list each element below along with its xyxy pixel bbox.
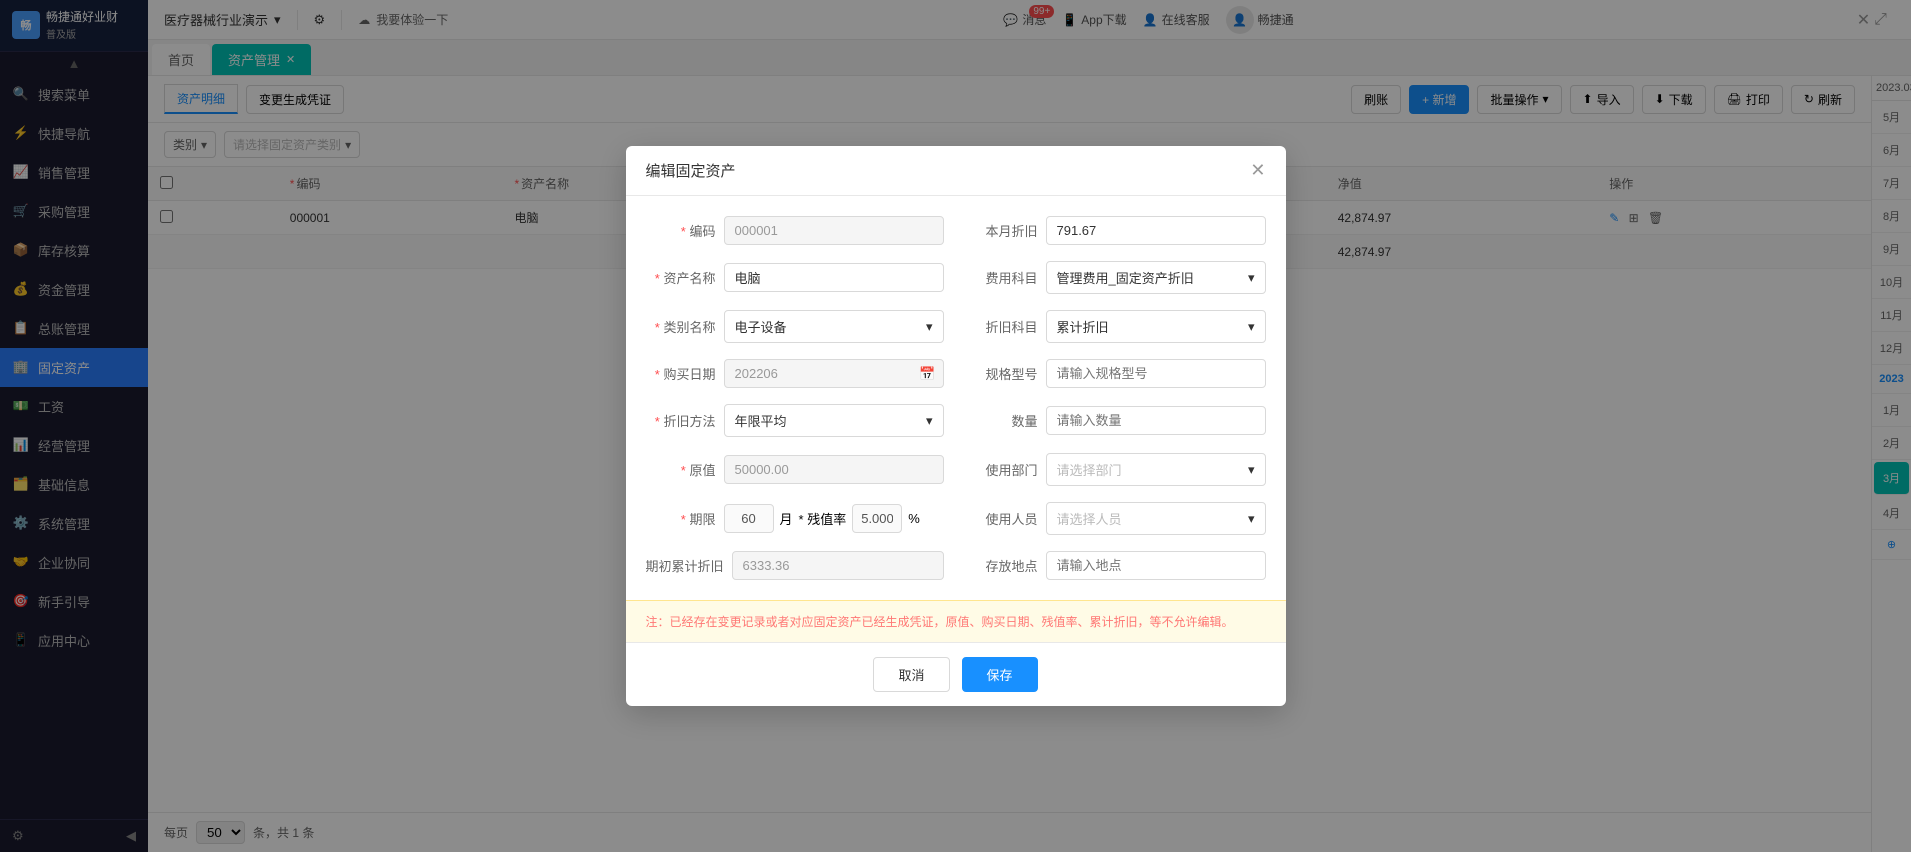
purchase-date-input[interactable]: [724, 359, 944, 388]
location-input[interactable]: [1046, 551, 1266, 580]
field-period-residual: * 期限 月 * 残值率 %: [646, 502, 944, 535]
spec-model-label: 规格型号: [968, 364, 1038, 383]
dep-method-dropdown-icon: ▾: [926, 413, 933, 429]
asset-name-input[interactable]: [724, 263, 944, 292]
modal-overlay: 编辑固定资产 ✕ * 编码 本月折旧 * 资产名称: [0, 0, 1911, 852]
modal-note: 注：已经存在变更记录或者对应固定资产已经生成凭证，原值、购买日期、残值率、累计折…: [626, 600, 1286, 642]
period-unit: 月: [780, 509, 793, 528]
initial-dep-label: 期初累计折旧: [646, 556, 724, 575]
field-asset-name: * 资产名称: [646, 261, 944, 294]
category-label: * 类别名称: [646, 317, 716, 336]
quantity-input[interactable]: [1046, 406, 1266, 435]
field-code: * 编码: [646, 216, 944, 245]
code-label: * 编码: [646, 221, 716, 240]
dep-method-label: * 折旧方法: [646, 411, 716, 430]
calendar-icon[interactable]: 📅: [919, 366, 935, 382]
field-dep-subject: 折旧科目 累计折旧 ▾: [968, 310, 1266, 343]
field-expense-subject: 费用科目 管理费用_固定资产折旧 ▾: [968, 261, 1266, 294]
monthly-dep-label: 本月折旧: [968, 221, 1038, 240]
modal-close-btn[interactable]: ✕: [1250, 160, 1265, 181]
person-dropdown-icon: ▾: [1248, 511, 1255, 527]
category-select[interactable]: 电子设备 ▾: [724, 310, 944, 343]
field-person: 使用人员 请选择人员 ▾: [968, 502, 1266, 535]
field-monthly-dep: 本月折旧: [968, 216, 1266, 245]
purchase-date-label: * 购买日期: [646, 364, 716, 383]
field-dep-method: * 折旧方法 年限平均 ▾: [646, 404, 944, 437]
original-value-input[interactable]: [724, 455, 944, 484]
field-initial-dep: 期初累计折旧: [646, 551, 944, 580]
quantity-label: 数量: [968, 411, 1038, 430]
field-category: * 类别名称 电子设备 ▾: [646, 310, 944, 343]
residual-rate-input[interactable]: [852, 504, 902, 533]
field-original-value: * 原值: [646, 453, 944, 486]
person-select[interactable]: 请选择人员 ▾: [1046, 502, 1266, 535]
period-input[interactable]: [724, 504, 774, 533]
person-label: 使用人员: [968, 509, 1038, 528]
modal-body: * 编码 本月折旧 * 资产名称 费用科目: [626, 196, 1286, 600]
expense-dropdown-icon: ▾: [1248, 270, 1255, 286]
field-spec-model: 规格型号: [968, 359, 1266, 388]
location-label: 存放地点: [968, 556, 1038, 575]
dep-subject-label: 折旧科目: [968, 317, 1038, 336]
save-button[interactable]: 保存: [962, 657, 1038, 692]
original-value-label: * 原值: [646, 460, 716, 479]
asset-name-label: * 资产名称: [646, 268, 716, 287]
modal-title: 编辑固定资产: [646, 160, 736, 181]
edit-fixed-asset-modal: 编辑固定资产 ✕ * 编码 本月折旧 * 资产名称: [626, 146, 1286, 706]
dep-subject-select[interactable]: 累计折旧 ▾: [1046, 310, 1266, 343]
spec-model-input[interactable]: [1046, 359, 1266, 388]
modal-header: 编辑固定资产 ✕: [626, 146, 1286, 196]
dept-dropdown-icon: ▾: [1248, 462, 1255, 478]
field-location: 存放地点: [968, 551, 1266, 580]
category-dropdown-icon2: ▾: [926, 319, 933, 335]
dept-label: 使用部门: [968, 460, 1038, 479]
expense-subject-label: 费用科目: [968, 268, 1038, 287]
field-dept: 使用部门 请选择部门 ▾: [968, 453, 1266, 486]
expense-subject-select[interactable]: 管理费用_固定资产折旧 ▾: [1046, 261, 1266, 294]
field-purchase-date: * 购买日期 📅: [646, 359, 944, 388]
monthly-dep-input[interactable]: [1046, 216, 1266, 245]
period-label: * 期限: [646, 509, 716, 528]
initial-dep-input[interactable]: [732, 551, 944, 580]
dep-method-select[interactable]: 年限平均 ▾: [724, 404, 944, 437]
field-quantity: 数量: [968, 404, 1266, 437]
dep-dropdown-icon: ▾: [1248, 319, 1255, 335]
residual-rate-label: * 残值率: [799, 509, 847, 528]
dept-select[interactable]: 请选择部门 ▾: [1046, 453, 1266, 486]
code-input[interactable]: [724, 216, 944, 245]
residual-rate-unit: %: [908, 511, 920, 526]
cancel-button[interactable]: 取消: [873, 657, 949, 692]
modal-footer: 取消 保存: [626, 642, 1286, 706]
